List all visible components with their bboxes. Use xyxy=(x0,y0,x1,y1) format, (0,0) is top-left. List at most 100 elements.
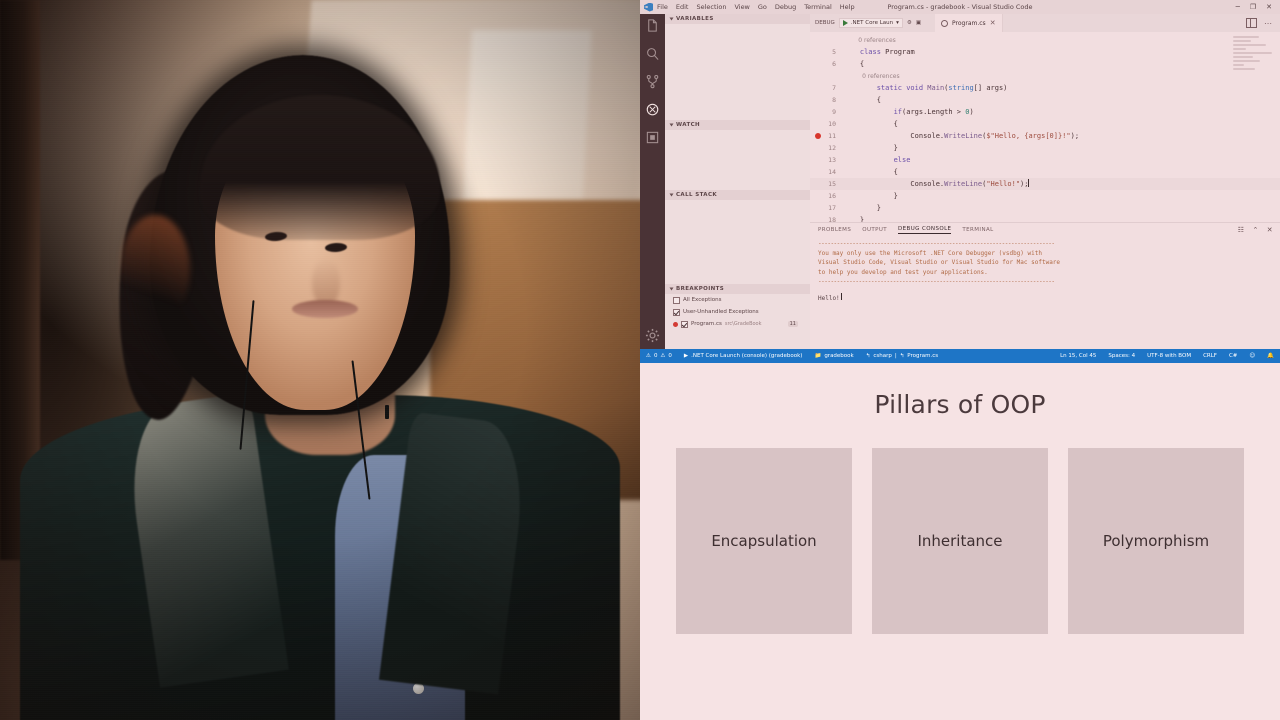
minimize-icon[interactable]: ─ xyxy=(1236,3,1240,11)
source-control-icon[interactable] xyxy=(645,74,660,89)
code-line[interactable]: 8 { xyxy=(810,94,1280,106)
breakpoint-path: src\GradeBook xyxy=(725,321,762,327)
menu-item-selection[interactable]: Selection xyxy=(696,3,726,11)
code-text: Console.WriteLine($"Hello, {args[0]}!"); xyxy=(843,130,1079,142)
breakpoint-marker-icon[interactable] xyxy=(815,133,821,139)
code-lines[interactable]: 0 references 5 class Program6 { 0 referen… xyxy=(810,32,1280,222)
bottom-panel: PROBLEMS OUTPUT DEBUG CONSOLE TERMINAL ☷… xyxy=(810,222,1280,349)
code-line[interactable]: 5 class Program xyxy=(810,46,1280,58)
code-line[interactable]: 17 } xyxy=(810,202,1280,214)
code-line[interactable]: 16 } xyxy=(810,190,1280,202)
open-debug-console-icon[interactable]: ▣ xyxy=(916,20,921,26)
status-cursor-position[interactable]: Ln 15, Col 45 xyxy=(1054,349,1102,363)
clear-console-icon[interactable]: ☷ xyxy=(1238,226,1245,234)
panel-tabs[interactable]: PROBLEMS OUTPUT DEBUG CONSOLE TERMINAL ☷… xyxy=(810,223,1280,236)
more-actions-icon[interactable]: ⋯ xyxy=(1264,19,1273,28)
section-header-call-stack[interactable]: CALL STACK xyxy=(665,190,810,200)
tab-terminal[interactable]: TERMINAL xyxy=(962,227,993,233)
settings-gear-icon[interactable] xyxy=(645,328,660,343)
menu-item-help[interactable]: Help xyxy=(840,3,855,11)
breakpoint-item[interactable]: Program.cs src\GradeBook 11 xyxy=(665,318,810,330)
section-header-variables[interactable]: VARIABLES xyxy=(665,14,810,24)
status-folder[interactable]: 📁 gradebook xyxy=(808,349,859,363)
tab-debug-console[interactable]: DEBUG CONSOLE xyxy=(898,226,951,234)
code-line[interactable]: 12 } xyxy=(810,142,1280,154)
section-header-breakpoints[interactable]: BREAKPOINTS xyxy=(665,284,810,294)
code-text: else xyxy=(843,154,910,166)
status-branch[interactable]: ↰ csharp | ↰ Program.cs xyxy=(860,349,944,363)
status-encoding[interactable]: UTF-8 with BOM xyxy=(1141,349,1197,363)
codelens-references[interactable]: 0 references xyxy=(843,37,896,44)
explorer-icon[interactable] xyxy=(645,18,660,33)
slide-cards: Encapsulation Inheritance Polymorphism xyxy=(640,419,1280,634)
code-reference-row[interactable]: 0 references xyxy=(810,70,1280,82)
maximize-icon[interactable]: ❐ xyxy=(1250,3,1256,11)
code-line[interactable]: 10 { xyxy=(810,118,1280,130)
menu-item-go[interactable]: Go xyxy=(758,3,767,11)
code-line[interactable]: 13 else xyxy=(810,154,1280,166)
code-line[interactable]: 15 Console.WriteLine("Hello!"); xyxy=(810,178,1280,190)
card-inheritance: Inheritance xyxy=(872,448,1048,634)
code-line[interactable]: 7 static void Main(string[] args) xyxy=(810,82,1280,94)
text-cursor xyxy=(1028,179,1029,187)
code-text: { xyxy=(843,94,881,106)
menu-bar[interactable]: File Edit Selection View Go Debug Termin… xyxy=(657,3,855,11)
close-icon[interactable]: ✕ xyxy=(1266,3,1272,11)
play-icon[interactable] xyxy=(843,20,848,26)
status-launch-config[interactable]: ▶ .NET Core Launch (console) (gradebook) xyxy=(678,349,809,363)
menu-item-terminal[interactable]: Terminal xyxy=(804,3,831,11)
tab-program-cs[interactable]: Program.cs ✕ xyxy=(935,14,1003,32)
menu-item-edit[interactable]: Edit xyxy=(676,3,689,11)
code-line[interactable]: 9 if(args.Length > 0) xyxy=(810,106,1280,118)
split-editor-icon[interactable] xyxy=(1246,18,1257,28)
code-line[interactable]: 6 { xyxy=(810,58,1280,70)
menu-item-view[interactable]: View xyxy=(734,3,749,11)
breakpoint-item[interactable]: User-Unhandled Exceptions xyxy=(665,306,810,318)
status-bar: ⚠0 ⚠0 ▶ .NET Core Launch (console) (grad… xyxy=(640,349,1280,363)
code-reference-row[interactable]: 0 references xyxy=(810,34,1280,46)
file-label: Program.cs xyxy=(907,353,938,359)
breakpoint-item[interactable]: All Exceptions xyxy=(665,294,810,306)
extensions-icon[interactable] xyxy=(645,130,660,145)
checkbox-icon[interactable] xyxy=(673,297,680,304)
code-text: { xyxy=(843,118,898,130)
debug-icon[interactable] xyxy=(645,102,660,117)
tab-output[interactable]: OUTPUT xyxy=(862,227,887,233)
editor-area: DEBUG .NET Core Laun ▾ ⚙ ▣ Program.cs xyxy=(810,14,1280,349)
breakpoint-line-number: 11 xyxy=(788,321,798,327)
debug-console-output[interactable]: ----------------------------------------… xyxy=(810,236,1280,349)
status-indentation[interactable]: Spaces: 4 xyxy=(1102,349,1141,363)
status-problems[interactable]: ⚠0 ⚠0 xyxy=(640,349,678,363)
close-panel-icon[interactable]: ✕ xyxy=(1267,226,1273,234)
console-message-line: You may only use the Microsoft .NET Core… xyxy=(818,249,1280,259)
tab-problems[interactable]: PROBLEMS xyxy=(818,227,851,233)
chevron-down-icon[interactable]: ▾ xyxy=(896,20,899,26)
code-line[interactable]: 18 } xyxy=(810,214,1280,222)
breakpoint-label: All Exceptions xyxy=(683,297,722,303)
status-language-mode[interactable]: C# xyxy=(1223,349,1243,363)
console-message-line: to help you develop and test your applic… xyxy=(818,268,1280,278)
code-line[interactable]: 14 { xyxy=(810,166,1280,178)
debug-label: DEBUG xyxy=(815,20,835,26)
line-number: 17 xyxy=(810,202,843,214)
checkbox-checked-icon[interactable] xyxy=(673,309,680,316)
codelens-references[interactable]: 0 references xyxy=(843,73,900,80)
debug-config-dropdown[interactable]: .NET Core Laun ▾ xyxy=(839,18,903,28)
notifications-bell-icon[interactable]: 🔔 xyxy=(1261,349,1280,363)
vscode-window: File Edit Selection View Go Debug Termin… xyxy=(640,0,1280,363)
code-editor[interactable]: 0 references 5 class Program6 { 0 referen… xyxy=(810,32,1280,222)
menu-item-debug[interactable]: Debug xyxy=(775,3,796,11)
menu-item-file[interactable]: File xyxy=(657,3,668,11)
status-eol[interactable]: CRLF xyxy=(1197,349,1223,363)
search-icon[interactable] xyxy=(645,46,660,61)
window-controls[interactable]: ─ ❐ ✕ xyxy=(1236,3,1280,11)
code-line[interactable]: 11 Console.WriteLine($"Hello, {args[0]}!… xyxy=(810,130,1280,142)
gear-icon[interactable]: ⚙ xyxy=(907,20,912,26)
section-header-watch[interactable]: WATCH xyxy=(665,120,810,130)
code-text: } xyxy=(843,202,881,214)
maximize-panel-icon[interactable]: ⌃ xyxy=(1252,226,1258,234)
checkbox-checked-icon[interactable] xyxy=(681,321,688,328)
tab-close-icon[interactable]: ✕ xyxy=(990,19,996,27)
section-title: BREAKPOINTS xyxy=(676,286,724,292)
feedback-smiley-icon[interactable]: ☺ xyxy=(1243,349,1261,363)
